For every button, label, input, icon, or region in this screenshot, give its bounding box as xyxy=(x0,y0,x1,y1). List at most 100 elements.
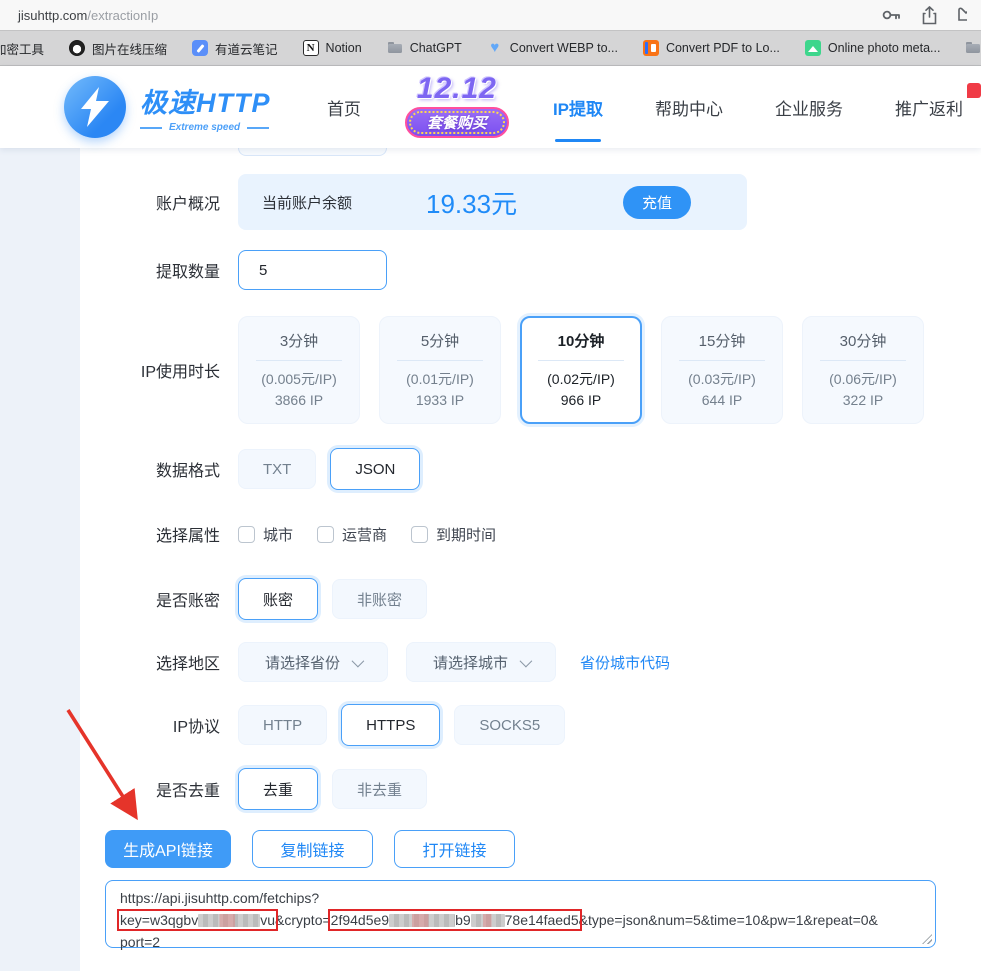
duration-options: 3分钟 (0.005元/IP) 3866 IP 5分钟 (0.01元/IP) 1… xyxy=(238,316,924,424)
heart-blue-icon: ♥ xyxy=(490,39,500,56)
protocol-option-http[interactable]: HTTP xyxy=(238,705,328,745)
checkbox-icon[interactable] xyxy=(411,525,429,543)
url-text[interactable]: jisuhttp.com/extractionIp xyxy=(18,8,158,23)
browser-url-bar: jisuhttp.com/extractionIp xyxy=(0,0,981,30)
lightning-logo-icon xyxy=(64,76,126,138)
attr-checkbox-isp[interactable]: 运营商 xyxy=(317,524,387,545)
duration-card-5min[interactable]: 5分钟 (0.01元/IP) 1933 IP xyxy=(379,316,501,424)
bookmark-label: Convert WEBP to... xyxy=(509,41,618,55)
nav-item-promotion-rebate[interactable]: 推广返利 xyxy=(869,82,981,120)
api-url-textarea[interactable]: https://api.jisuhttp.com/fetchips? key=w… xyxy=(105,880,936,950)
protocol-option-https-selected[interactable]: HTTPS xyxy=(341,704,441,746)
censored-key-segment xyxy=(198,914,261,927)
open-link-button[interactable]: 打开链接 xyxy=(394,830,515,868)
balance-label: 当前账户余额 xyxy=(262,194,353,212)
city-select[interactable]: 请选择城市 xyxy=(406,642,556,682)
checkbox-icon[interactable] xyxy=(238,525,255,543)
password-key-icon[interactable] xyxy=(882,9,902,21)
format-label: 数据格式 xyxy=(155,463,220,480)
key-highlight-box: key=w3qgbv vu xyxy=(116,909,279,931)
nav-item-home[interactable]: 首页 xyxy=(301,95,387,120)
nav-item-enterprise[interactable]: 企业服务 xyxy=(749,95,869,120)
promo-date: 12.12 xyxy=(416,72,497,105)
balance-panel: 当前账户余额 19.33元 充值 xyxy=(238,174,747,230)
auth-option-credentials-selected[interactable]: 账密 xyxy=(238,578,319,620)
duration-card-15min[interactable]: 15分钟 (0.03元/IP) 644 IP xyxy=(661,316,783,424)
bookmark-label: Notion xyxy=(325,41,362,55)
bookmark-item[interactable]: 加密工具 xyxy=(0,39,44,58)
attr-checkbox-expiry[interactable]: 到期时间 xyxy=(411,524,496,545)
bookmark-label: ChatGPT xyxy=(409,41,462,55)
auth-label: 是否账密 xyxy=(155,593,220,610)
main-nav: 首页 12.12 套餐购买 IP提取 帮助中心 企业服务 推广返利 xyxy=(301,72,981,142)
folder-icon xyxy=(965,40,981,56)
folder-icon xyxy=(387,40,403,56)
panda-icon xyxy=(69,40,86,56)
active-tab-underline xyxy=(554,138,601,142)
pdf-orange-icon xyxy=(642,40,659,56)
cutoff-element-above xyxy=(238,148,387,156)
copy-link-button[interactable]: 复制链接 xyxy=(252,830,373,868)
censored-crypto-segment xyxy=(470,914,505,927)
protocol-option-socks5[interactable]: SOCKS5 xyxy=(454,705,566,745)
url-path: /extractionIp xyxy=(87,7,159,23)
bookmark-item[interactable]: Convert PDF to Lo... xyxy=(642,40,780,56)
bookmark-item[interactable]: ChatGPT xyxy=(387,40,462,56)
clipped-toolbar-icon[interactable] xyxy=(957,7,967,23)
dedupe-option-no[interactable]: 非去重 xyxy=(332,769,428,809)
promo-banner-1212[interactable]: 12.12 套餐购买 xyxy=(401,72,513,138)
auth-option-no-credentials[interactable]: 非账密 xyxy=(332,579,428,619)
api-url-line3: port=2 xyxy=(120,934,161,950)
format-option-json-selected[interactable]: JSON xyxy=(330,448,421,490)
chevron-down-icon xyxy=(351,654,365,667)
textarea-resize-handle[interactable] xyxy=(922,934,932,944)
quantity-label: 提取数量 xyxy=(155,264,220,281)
api-url-line2: key=w3qgbv vu&crypto=2f94d5e9 b9 78e14faed5… xyxy=(116,909,878,931)
site-header: 极速HTTP Extreme speed 首页 12.12 套餐购买 IP提取 … xyxy=(0,66,981,148)
province-city-code-link[interactable]: 省份城市代码 xyxy=(580,652,670,673)
api-url-line1: https://api.jisuhttp.com/fetchips? xyxy=(120,890,320,906)
crypto-highlight-box: 2f94d5e9 b9 78e14faed5 xyxy=(327,909,582,931)
bookmark-label: 图片在线压缩 xyxy=(92,42,168,57)
duration-card-30min[interactable]: 30分钟 (0.06元/IP) 322 IP xyxy=(802,316,924,424)
bookmark-label: 加密工具 xyxy=(0,42,45,57)
checkbox-icon[interactable] xyxy=(317,525,335,543)
bookmark-item[interactable]: N Notion xyxy=(302,40,362,56)
promo-pill: 套餐购买 xyxy=(404,107,509,138)
hot-badge-icon xyxy=(967,82,981,98)
extraction-form-panel: 账户概况 当前账户余额 19.33元 充值 提取数量 IP使用时长 3分钟 (0… xyxy=(80,148,981,971)
chevron-down-icon xyxy=(519,654,533,667)
bookmark-label: Online photo meta... xyxy=(827,41,941,55)
bookmark-item[interactable]: ♥ Convert WEBP to... xyxy=(487,40,618,56)
page-content: 账户概况 当前账户余额 19.33元 充值 提取数量 IP使用时长 3分钟 (0… xyxy=(0,148,981,971)
red-annotation-arrow xyxy=(66,709,138,821)
logo-title: 极速HTTP xyxy=(140,88,271,118)
bookmark-item[interactable]: 有道云笔记 xyxy=(192,39,278,58)
logo-subtitle: Extreme speed xyxy=(140,122,271,133)
duration-card-3min[interactable]: 3分钟 (0.005元/IP) 3866 IP xyxy=(238,316,360,424)
bookmark-label: 有道云笔记 xyxy=(215,42,278,57)
nav-item-help-center[interactable]: 帮助中心 xyxy=(629,95,749,120)
account-overview-label: 账户概况 xyxy=(155,196,220,213)
attributes-label: 选择属性 xyxy=(155,528,220,545)
nav-item-ip-extract[interactable]: IP提取 xyxy=(527,95,629,142)
quantity-input[interactable] xyxy=(238,250,387,290)
photo-green-icon xyxy=(804,40,821,56)
duration-label: IP使用时长 xyxy=(140,364,220,381)
recharge-button[interactable]: 充值 xyxy=(623,185,691,219)
duration-card-10min-selected[interactable]: 10分钟 (0.02元/IP) 966 IP xyxy=(520,316,642,424)
notion-icon: N xyxy=(302,40,319,56)
balance-value: 19.33元 xyxy=(426,188,518,219)
site-logo[interactable]: 极速HTTP Extreme speed xyxy=(64,76,271,138)
dedupe-option-yes-selected[interactable]: 去重 xyxy=(238,768,319,810)
attr-checkbox-city[interactable]: 城市 xyxy=(238,524,293,545)
bookmarks-bar: 加密工具 图片在线压缩 有道云笔记 N Notion ChatGPT ♥ Conve… xyxy=(0,30,981,66)
censored-crypto-segment xyxy=(389,914,456,927)
region-label: 选择地区 xyxy=(155,656,220,673)
province-select[interactable]: 请选择省份 xyxy=(238,642,388,682)
bookmark-item[interactable]: Relakkes xyxy=(965,40,981,56)
bookmark-item[interactable]: Online photo meta... xyxy=(804,40,941,56)
share-icon[interactable] xyxy=(922,5,937,25)
format-option-txt[interactable]: TXT xyxy=(238,449,317,489)
bookmark-item[interactable]: 图片在线压缩 xyxy=(69,39,167,58)
